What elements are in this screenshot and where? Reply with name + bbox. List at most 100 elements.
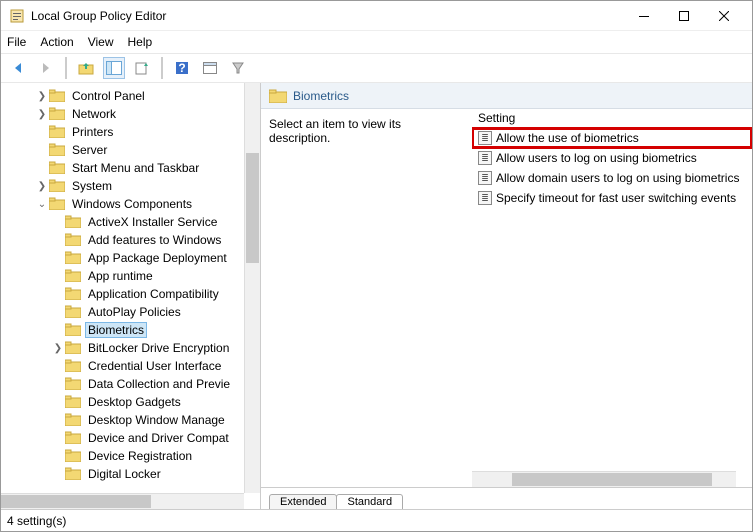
tree-node-label: App Package Deployment — [85, 251, 230, 265]
tree-horizontal-scrollbar[interactable] — [1, 493, 244, 509]
tree-node[interactable]: Desktop Window Manage — [3, 411, 244, 429]
separator — [65, 57, 67, 79]
menu-bar: File Action View Help — [1, 31, 752, 53]
filter-button[interactable] — [227, 57, 249, 79]
window-title: Local Group Policy Editor — [31, 9, 624, 23]
folder-icon — [65, 323, 81, 337]
tree-node[interactable]: Credential User Interface — [3, 357, 244, 375]
setting-label: Allow domain users to log on using biome… — [496, 171, 739, 185]
tree-node[interactable]: ❯Network — [3, 105, 244, 123]
tree-node[interactable]: Add features to Windows — [3, 231, 244, 249]
tree-node[interactable]: App runtime — [3, 267, 244, 285]
close-button[interactable] — [704, 2, 744, 30]
folder-icon — [65, 269, 81, 283]
status-text: 4 setting(s) — [7, 514, 66, 528]
setting-item[interactable]: ≣Specify timeout for fast user switching… — [472, 188, 752, 208]
app-icon — [9, 8, 25, 24]
setting-item[interactable]: ≣Allow users to log on using biometrics — [472, 148, 752, 168]
tree-node-label: Control Panel — [69, 89, 148, 103]
chevron-icon[interactable]: ❯ — [35, 109, 49, 120]
tree-node-label: BitLocker Drive Encryption — [85, 341, 232, 355]
show-hide-tree-button[interactable] — [103, 57, 125, 79]
forward-button[interactable] — [35, 57, 57, 79]
tree-node-label: Application Compatibility — [85, 287, 222, 301]
properties-button[interactable] — [199, 57, 221, 79]
export-list-button[interactable] — [131, 57, 153, 79]
tree-view[interactable]: ❯ Control Panel ❯NetworkPrintersServerStar… — [1, 83, 244, 493]
menu-view[interactable]: View — [88, 35, 114, 49]
menu-file[interactable]: File — [7, 35, 26, 49]
tree-node[interactable]: Digital Locker — [3, 465, 244, 483]
tree-node-label: Device and Driver Compat — [85, 431, 232, 445]
tree-node[interactable]: Data Collection and Previe — [3, 375, 244, 393]
tree-node[interactable]: Application Compatibility — [3, 285, 244, 303]
tree-node[interactable]: App Package Deployment — [3, 249, 244, 267]
tree-node-label: Data Collection and Previe — [85, 377, 233, 391]
tree-node[interactable]: ❯ BitLocker Drive Encryption — [3, 339, 244, 357]
tree-vertical-scrollbar[interactable] — [244, 83, 260, 493]
column-header-setting[interactable]: Setting — [472, 109, 752, 128]
tree-node[interactable]: AutoPlay Policies — [3, 303, 244, 321]
setting-item[interactable]: ≣ Allow the use of biometrics — [472, 128, 752, 148]
tree-node[interactable]: Device Registration — [3, 447, 244, 465]
tree-node[interactable]: Start Menu and Taskbar — [3, 159, 244, 177]
tree-node-label: Desktop Gadgets — [85, 395, 184, 409]
folder-icon — [65, 251, 81, 265]
tree-node[interactable]: Desktop Gadgets — [3, 393, 244, 411]
setting-label: Allow the use of biometrics — [496, 131, 639, 145]
tree-node-label: Credential User Interface — [85, 359, 224, 373]
help-button[interactable]: ? — [171, 57, 193, 79]
setting-item[interactable]: ≣Allow domain users to log on using biom… — [472, 168, 752, 188]
tree-node[interactable]: ActiveX Installer Service — [3, 213, 244, 231]
folder-icon — [49, 179, 65, 193]
folder-icon — [65, 215, 81, 229]
folder-icon — [65, 359, 81, 373]
tree-node-label: Digital Locker — [85, 467, 164, 481]
tree-node[interactable]: ❯System — [3, 177, 244, 195]
description-pane: Select an item to view its description. — [261, 109, 471, 487]
right-tabs: Extended Standard — [261, 487, 752, 509]
menu-help[interactable]: Help — [128, 35, 153, 49]
settings-horizontal-scrollbar[interactable] — [472, 471, 736, 487]
folder-icon — [65, 395, 81, 409]
chevron-icon[interactable]: ❯ — [51, 343, 65, 354]
folder-icon — [65, 305, 81, 319]
tree-node[interactable]: Server — [3, 141, 244, 159]
folder-icon — [49, 125, 65, 139]
back-button[interactable] — [7, 57, 29, 79]
folder-icon — [65, 413, 81, 427]
chevron-icon[interactable]: ⌄ — [35, 199, 49, 210]
setting-label: Specify timeout for fast user switching … — [496, 191, 736, 205]
tree-node[interactable]: Printers — [3, 123, 244, 141]
status-bar: 4 setting(s) — [1, 509, 752, 531]
folder-icon — [65, 449, 81, 463]
right-header: Biometrics — [261, 83, 752, 109]
right-header-title: Biometrics — [293, 89, 349, 103]
minimize-button[interactable] — [624, 2, 664, 30]
up-button[interactable] — [75, 57, 97, 79]
tree-node-label: Biometrics — [85, 322, 147, 338]
chevron-icon[interactable]: ❯ — [35, 91, 49, 102]
title-bar: Local Group Policy Editor — [1, 1, 752, 31]
tree-node[interactable]: Biometrics — [3, 321, 244, 339]
chevron-icon[interactable]: ❯ — [35, 181, 49, 192]
description-text: Select an item to view its description. — [269, 117, 401, 145]
folder-icon — [269, 89, 287, 103]
folder-icon — [65, 431, 81, 445]
policy-icon: ≣ — [478, 131, 492, 145]
tree-node[interactable]: ❯ Control Panel — [3, 87, 244, 105]
folder-icon — [65, 467, 81, 481]
folder-icon — [49, 143, 65, 157]
right-pane: Biometrics Select an item to view its de… — [261, 83, 752, 509]
tree-node[interactable]: ⌄Windows Components — [3, 195, 244, 213]
maximize-button[interactable] — [664, 2, 704, 30]
setting-label: Allow users to log on using biometrics — [496, 151, 697, 165]
tab-extended[interactable]: Extended — [269, 494, 337, 509]
menu-action[interactable]: Action — [40, 35, 73, 49]
tree-node-label: ActiveX Installer Service — [85, 215, 220, 229]
tree-node[interactable]: Device and Driver Compat — [3, 429, 244, 447]
tab-standard[interactable]: Standard — [336, 494, 403, 509]
window-buttons — [624, 2, 744, 30]
tree-node-label: App runtime — [85, 269, 156, 283]
separator — [161, 57, 163, 79]
